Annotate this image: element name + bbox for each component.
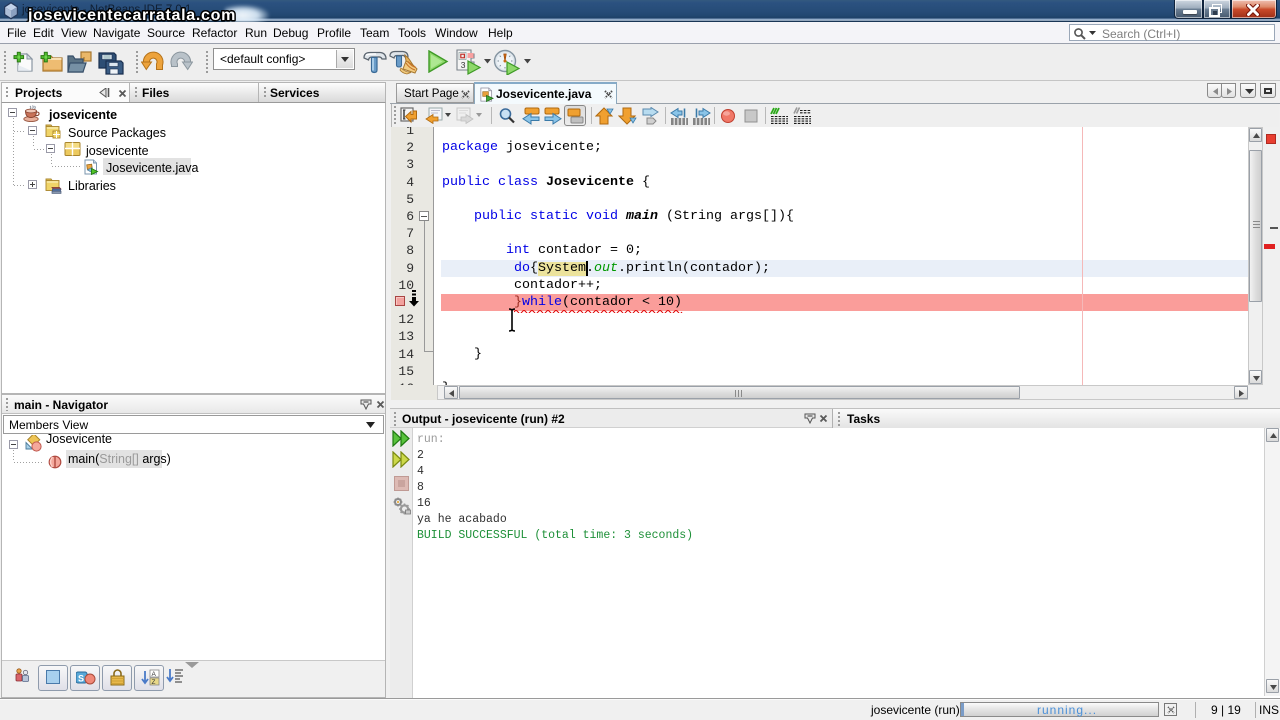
svg-text:A: A	[152, 671, 157, 678]
svg-text:S: S	[78, 674, 84, 684]
svg-text:3: 3	[461, 60, 466, 70]
svg-text:Z: Z	[152, 679, 156, 686]
